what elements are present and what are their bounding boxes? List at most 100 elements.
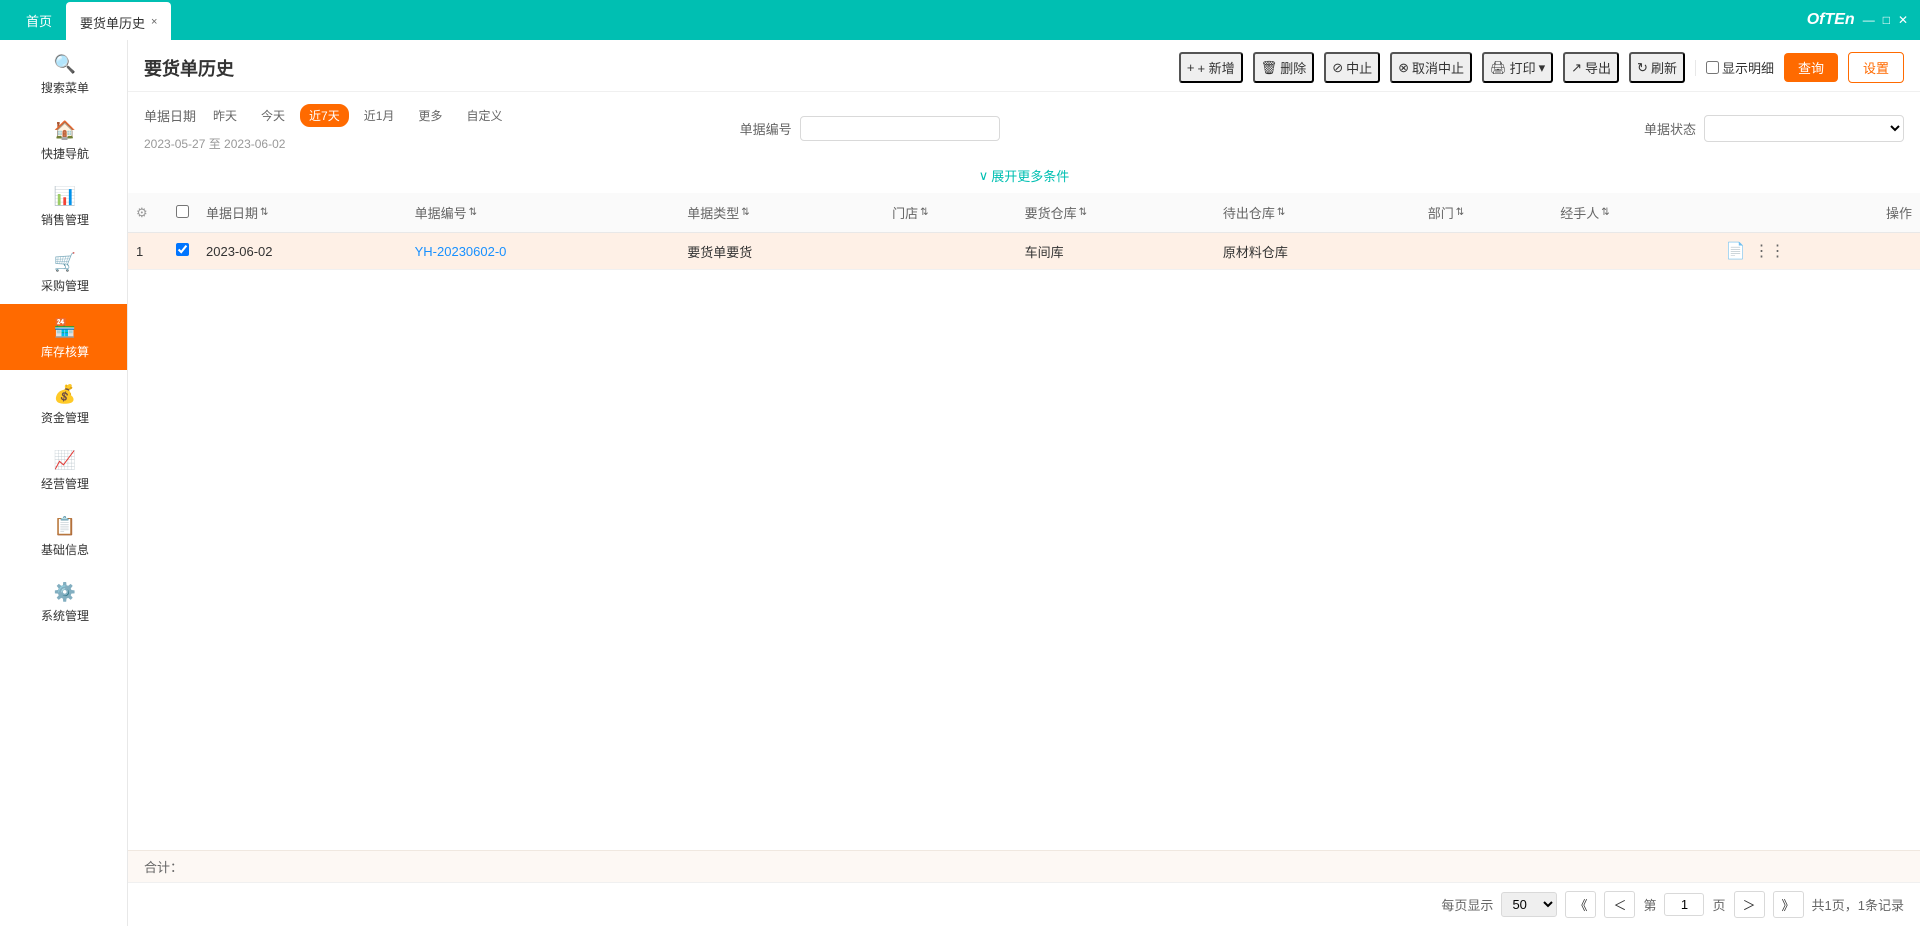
sidebar-item-inventory[interactable]: 🏪 库存核算 xyxy=(0,304,127,370)
toolbar: + + 新增 🗑 删除 ⊘ 中止 ⊗ 取消中止 xyxy=(1179,52,1904,83)
settings-button[interactable]: 设置 xyxy=(1848,52,1904,83)
expand-conditions-button[interactable]: ∨ 展开更多条件 xyxy=(979,166,1070,185)
th-action: 操作 xyxy=(1718,193,1920,233)
page-content: 要货单历史 + + 新增 🗑 删除 ⊘ 中止 xyxy=(128,40,1920,926)
date-btn-today[interactable]: 今天 xyxy=(252,104,294,127)
col-sort-store[interactable]: 门店 ⇅ xyxy=(892,203,1009,222)
col-sort-handler[interactable]: 经手人 ⇅ xyxy=(1560,203,1709,222)
date-btn-7days[interactable]: 近7天 xyxy=(300,104,349,127)
sidebar-item-finance[interactable]: 💰 资金管理 xyxy=(0,370,127,436)
sidebar-item-sales[interactable]: 📊 销售管理 xyxy=(0,172,127,238)
print-button[interactable]: 🖨 打印 ▾ xyxy=(1482,52,1553,83)
col-sort-order-type[interactable]: 单据类型 ⇅ xyxy=(687,203,876,222)
cell-no: 1 xyxy=(128,233,168,270)
first-page-button[interactable]: 《 xyxy=(1565,891,1596,918)
sidebar-item-basic-info[interactable]: 📋 基础信息 xyxy=(0,502,127,568)
prev-page-button[interactable]: ＜ xyxy=(1604,891,1635,918)
expand-row: ∨ 展开更多条件 xyxy=(144,162,1904,193)
suspend-button[interactable]: ⊘ 中止 xyxy=(1324,52,1380,83)
sort-icon-date: ⇅ xyxy=(260,207,268,218)
sidebar-item-search[interactable]: 🔍 搜索菜单 xyxy=(0,40,127,106)
tab-close-icon[interactable]: × xyxy=(151,16,157,28)
export-button[interactable]: ↗ 导出 xyxy=(1563,52,1619,83)
col-sort-pending-warehouse[interactable]: 待出仓库 ⇅ xyxy=(1223,203,1412,222)
new-button[interactable]: + + 新增 xyxy=(1179,52,1243,83)
table-config-icon[interactable]: ⚙ xyxy=(136,205,148,220)
content-area: 要货单历史 + + 新增 🗑 删除 ⊘ 中止 xyxy=(128,40,1920,926)
more-action-icon[interactable]: ⋮⋮ xyxy=(1754,241,1786,261)
col-sort-order-no[interactable]: 单据编号 ⇅ xyxy=(415,203,672,222)
operations-icon: 📈 xyxy=(54,450,76,471)
col-sort-department[interactable]: 部门 ⇅ xyxy=(1428,203,1545,222)
total-label: 合计： xyxy=(144,860,183,875)
th-handler: 经手人 ⇅ xyxy=(1552,193,1717,233)
sidebar-label-sales: 销售管理 xyxy=(41,211,89,228)
sidebar-item-system[interactable]: ⚙️ 系统管理 xyxy=(0,568,127,634)
next-page-button[interactable]: ＞ xyxy=(1734,891,1765,918)
sidebar-item-purchase[interactable]: 🛒 采购管理 xyxy=(0,238,127,304)
sidebar-label-operations: 经营管理 xyxy=(41,475,89,492)
sidebar-item-quick-nav[interactable]: 🏠 快捷导航 xyxy=(0,106,127,172)
sidebar-label-finance: 资金管理 xyxy=(41,409,89,426)
last-page-button[interactable]: 》 xyxy=(1773,891,1804,918)
col-sort-req-warehouse[interactable]: 要货仓库 ⇅ xyxy=(1025,203,1207,222)
order-no-label: 单据编号 xyxy=(740,119,792,138)
page-title: 要货单历史 xyxy=(144,55,234,81)
date-btn-yesterday[interactable]: 昨天 xyxy=(204,104,246,127)
toolbar-divider xyxy=(1695,60,1696,76)
finance-icon: 💰 xyxy=(54,384,76,405)
close-button[interactable]: ✕ xyxy=(1898,13,1908,27)
maximize-button[interactable]: □ xyxy=(1883,13,1890,27)
page-header: 要货单历史 + + 新增 🗑 删除 ⊘ 中止 xyxy=(128,40,1920,92)
new-icon: + xyxy=(1187,60,1195,75)
cancel-suspend-button[interactable]: ⊗ 取消中止 xyxy=(1390,52,1472,83)
col-sort-date[interactable]: 单据日期 ⇅ xyxy=(206,203,399,222)
delete-button[interactable]: 🗑 删除 xyxy=(1253,52,1315,83)
th-order-type: 单据类型 ⇅ xyxy=(679,193,884,233)
display-detail-checkbox[interactable] xyxy=(1706,61,1719,74)
th-pending-warehouse: 待出仓库 ⇅ xyxy=(1215,193,1420,233)
main-layout: 🔍 搜索菜单 🏠 快捷导航 📊 销售管理 🛒 采购管理 🏪 库存核算 💰 xyxy=(0,40,1920,926)
tab-requisition-history[interactable]: 要货单历史 × xyxy=(66,2,171,42)
sidebar-label-basic-info: 基础信息 xyxy=(41,541,89,558)
table-footer: 合计： xyxy=(128,850,1920,882)
th-order-no: 单据编号 ⇅ xyxy=(407,193,680,233)
view-action-icon[interactable]: 📄 xyxy=(1726,241,1746,261)
sidebar-label-system: 系统管理 xyxy=(41,607,89,624)
tab-home[interactable]: 首页 xyxy=(12,0,66,40)
export-icon: ↗ xyxy=(1571,60,1582,76)
status-select[interactable] xyxy=(1704,115,1904,142)
date-filter-label: 单据日期 xyxy=(144,106,196,125)
pagination-bar: 每页显示 50 10 20 100 《 ＜ 第 页 ＞ 》 共1页，1条记录 xyxy=(128,882,1920,926)
order-no-link[interactable]: YH-20230602-0 xyxy=(415,244,507,259)
order-no-input[interactable] xyxy=(800,116,1000,141)
display-detail-toggle[interactable]: 显示明细 xyxy=(1706,58,1774,77)
filter-bar: 单据日期 昨天 今天 近7天 近1月 更多 自定义 xyxy=(128,92,1920,193)
sort-icon-pending-warehouse: ⇅ xyxy=(1277,207,1285,218)
cancel-suspend-icon: ⊗ xyxy=(1398,60,1409,76)
date-btn-more[interactable]: 更多 xyxy=(409,104,451,127)
sidebar-label-inventory: 库存核算 xyxy=(41,343,89,360)
row-checkbox[interactable] xyxy=(176,243,189,256)
per-page-select[interactable]: 50 10 20 100 xyxy=(1501,892,1557,917)
date-btn-1month[interactable]: 近1月 xyxy=(355,104,404,127)
system-icon: ⚙️ xyxy=(54,582,76,603)
search-icon: 🔍 xyxy=(54,54,76,75)
tab-list: 首页 要货单历史 × xyxy=(12,0,171,40)
logo-text: OfTEn xyxy=(1807,11,1855,29)
refresh-button[interactable]: ↻ 刷新 xyxy=(1629,52,1685,83)
th-date: 单据日期 ⇅ xyxy=(198,193,407,233)
select-all-checkbox[interactable] xyxy=(176,205,189,218)
th-store: 门店 ⇅ xyxy=(884,193,1017,233)
query-button[interactable]: 查询 xyxy=(1784,53,1838,82)
suspend-icon: ⊘ xyxy=(1332,60,1343,76)
page-number-input[interactable] xyxy=(1664,893,1704,916)
th-req-warehouse: 要货仓库 ⇅ xyxy=(1017,193,1215,233)
tab-requisition-label: 要货单历史 xyxy=(80,13,145,32)
home-icon: 🏠 xyxy=(54,120,76,141)
date-btn-custom[interactable]: 自定义 xyxy=(457,104,511,127)
sidebar-item-operations[interactable]: 📈 经营管理 xyxy=(0,436,127,502)
minimize-button[interactable]: — xyxy=(1863,13,1875,27)
table-header: ⚙ 单据日期 ⇅ xyxy=(128,193,1920,233)
print-dropdown-icon: ▾ xyxy=(1539,60,1546,76)
